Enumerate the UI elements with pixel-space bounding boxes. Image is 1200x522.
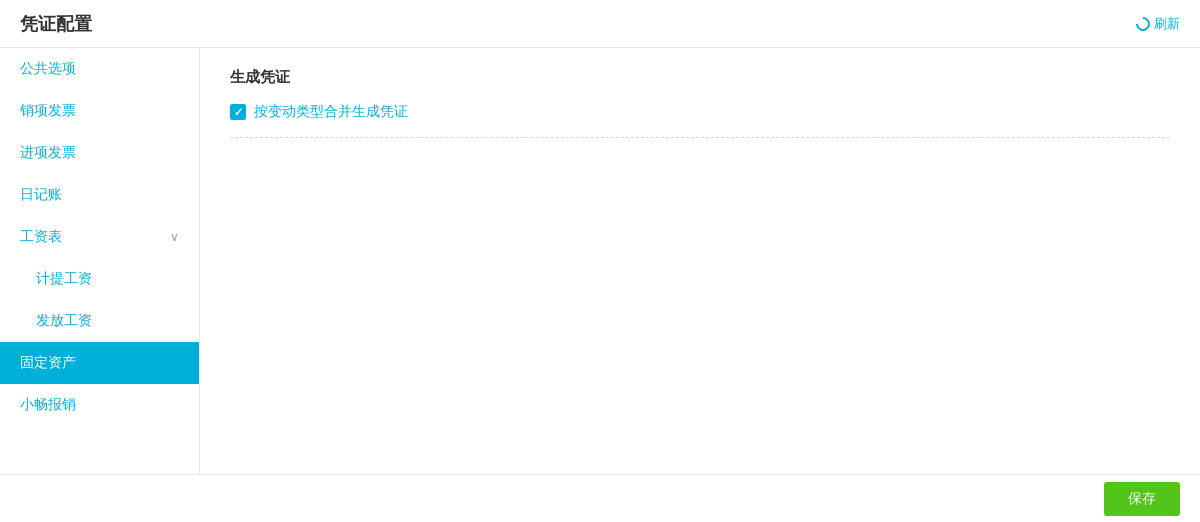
content-area: 生成凭证 按变动类型合并生成凭证 (200, 48, 1200, 474)
refresh-label: 刷新 (1154, 15, 1180, 33)
save-button[interactable]: 保存 (1104, 482, 1180, 516)
refresh-icon (1133, 14, 1153, 34)
sidebar-item-label: 发放工资 (36, 312, 92, 330)
sidebar-item-pay-salary[interactable]: 发放工资 (0, 300, 199, 342)
sidebar-item-label: 公共选项 (20, 60, 76, 78)
section-title: 生成凭证 (230, 68, 1170, 87)
sidebar-item-label: 小畅报销 (20, 396, 76, 414)
sidebar-item-journal[interactable]: 日记账 (0, 174, 199, 216)
page-title: 凭证配置 (20, 12, 92, 36)
sidebar-item-fixed-assets[interactable]: 固定资产 (0, 342, 199, 384)
sidebar-item-expense-report[interactable]: 小畅报销 (0, 384, 199, 426)
main-content: 公共选项 销项发票 进项发票 日记账 工资表 ∨ 计提工资 发放工资 固定资 (0, 48, 1200, 474)
sidebar: 公共选项 销项发票 进项发票 日记账 工资表 ∨ 计提工资 发放工资 固定资 (0, 48, 200, 474)
sidebar-item-label: 工资表 (20, 228, 62, 246)
sidebar-item-label: 销项发票 (20, 102, 76, 120)
checkbox-row: 按变动类型合并生成凭证 (230, 103, 1170, 121)
sidebar-item-label: 计提工资 (36, 270, 92, 288)
chevron-down-icon: ∨ (170, 230, 179, 244)
header: 凭证配置 刷新 (0, 0, 1200, 48)
merge-checkbox-label[interactable]: 按变动类型合并生成凭证 (254, 103, 408, 121)
footer: 保存 (0, 474, 1200, 522)
refresh-button[interactable]: 刷新 (1136, 15, 1180, 33)
merge-checkbox[interactable] (230, 104, 246, 120)
sidebar-item-payroll[interactable]: 工资表 ∨ (0, 216, 199, 258)
section-divider (230, 137, 1170, 138)
sidebar-item-label: 进项发票 (20, 144, 76, 162)
sidebar-item-sales-invoice[interactable]: 销项发票 (0, 90, 199, 132)
sidebar-item-public[interactable]: 公共选项 (0, 48, 199, 90)
sidebar-item-label: 日记账 (20, 186, 62, 204)
sidebar-item-purchase-invoice[interactable]: 进项发票 (0, 132, 199, 174)
page-wrapper: 凭证配置 刷新 公共选项 销项发票 进项发票 日记账 工资表 ∨ (0, 0, 1200, 522)
sidebar-item-commission[interactable]: 计提工资 (0, 258, 199, 300)
sidebar-item-label: 固定资产 (20, 354, 76, 372)
